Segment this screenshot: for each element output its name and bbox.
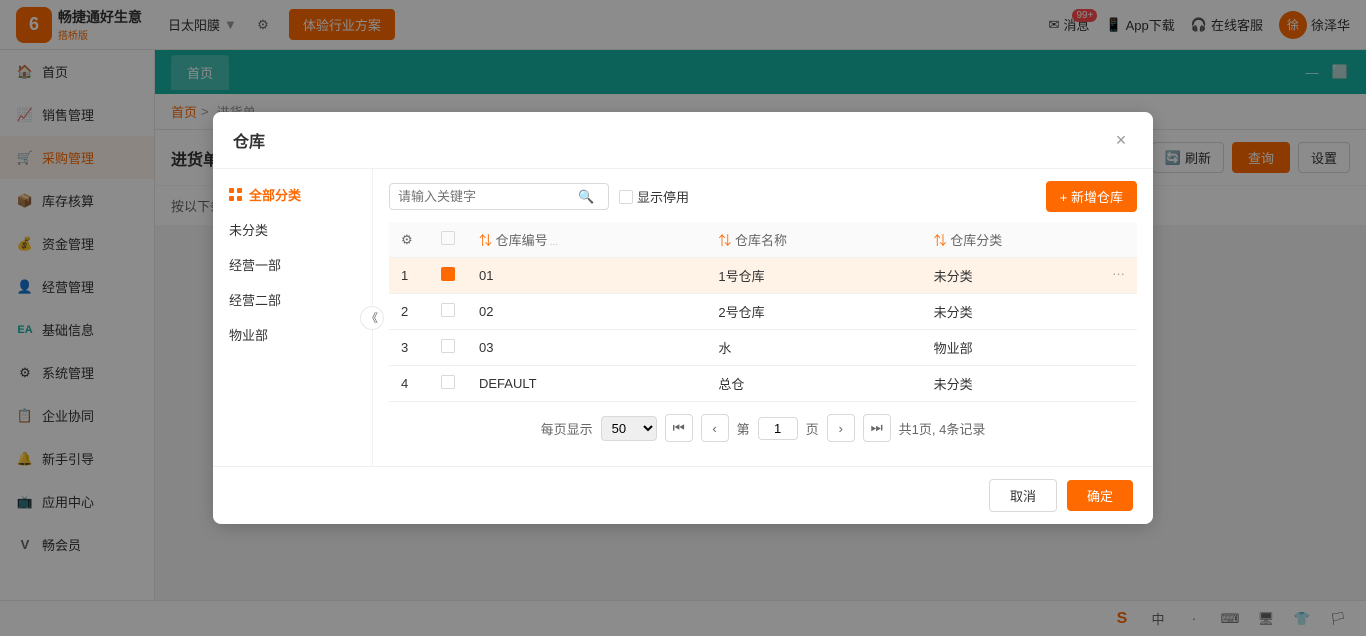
search-input[interactable] bbox=[398, 184, 578, 209]
th-category: ⇅ 仓库分类 bbox=[922, 222, 1137, 258]
sort-icon-3: ⇅ bbox=[934, 233, 947, 248]
collapse-category-button[interactable]: 《 bbox=[360, 306, 384, 330]
sort-icon: ⇅ bbox=[479, 233, 492, 248]
row-index: 1 bbox=[389, 258, 429, 294]
modal-title: 仓库 bbox=[233, 128, 265, 152]
category-sidebar: 全部分类 未分类 经营一部 经营二部 物业部 《 bbox=[213, 169, 373, 466]
th-code: ⇅ 仓库编号... bbox=[467, 222, 706, 258]
table-row[interactable]: 2 02 2号仓库 未分类 bbox=[389, 294, 1137, 330]
modal-body: 全部分类 未分类 经营一部 经营二部 物业部 《 🔍 显 bbox=[213, 169, 1153, 466]
row-name: 总仓 bbox=[706, 366, 921, 402]
prev-page-button[interactable]: ‹ bbox=[701, 414, 729, 442]
select-all-checkbox[interactable] bbox=[441, 231, 455, 245]
table-row[interactable]: 4 DEFAULT 总仓 未分类 bbox=[389, 366, 1137, 402]
row-code: DEFAULT bbox=[467, 366, 706, 402]
table-row[interactable]: 3 03 水 物业部 bbox=[389, 330, 1137, 366]
first-page-button[interactable]: ⏮ bbox=[665, 414, 693, 442]
page-number-input[interactable] bbox=[758, 417, 798, 440]
row-category: 未分类 bbox=[922, 294, 1137, 330]
row-checkbox[interactable] bbox=[429, 330, 467, 366]
category-all[interactable]: 全部分类 bbox=[213, 177, 372, 212]
row-category: 物业部 bbox=[922, 330, 1137, 366]
gear-col-icon[interactable]: ⚙ bbox=[401, 232, 413, 247]
table-row[interactable]: 1 01 1号仓库 未分类 ··· bbox=[389, 258, 1137, 294]
row-category: 未分类 ··· bbox=[922, 258, 1137, 294]
show-disabled-label[interactable]: 显示停用 bbox=[619, 187, 689, 206]
row-code: 03 bbox=[467, 330, 706, 366]
category-item-property[interactable]: 物业部 bbox=[213, 317, 372, 352]
table-area: 🔍 显示停用 + 新增仓库 ⚙ bbox=[373, 169, 1153, 466]
row-code: 02 bbox=[467, 294, 706, 330]
total-info: 共1页, 4条记录 bbox=[899, 419, 986, 438]
next-page-button[interactable]: › bbox=[827, 414, 855, 442]
table-toolbar: 🔍 显示停用 + 新增仓库 bbox=[389, 181, 1137, 212]
table-scroll: ⚙ ⇅ 仓库编号... ⇅ bbox=[389, 222, 1137, 402]
cancel-button[interactable]: 取消 bbox=[989, 479, 1057, 512]
row-checkbox[interactable] bbox=[429, 366, 467, 402]
search-wrap: 🔍 bbox=[389, 183, 609, 210]
grid-icon bbox=[229, 188, 243, 202]
th-name: ⇅ 仓库名称 bbox=[706, 222, 921, 258]
modal-overlay[interactable]: 仓库 × 全部分类 未分类 经营一部 经营二部 物业部 《 bbox=[0, 0, 1366, 636]
per-page-label: 每页显示 bbox=[541, 419, 593, 438]
category-all-label: 全部分类 bbox=[249, 185, 301, 204]
modal-header: 仓库 × bbox=[213, 112, 1153, 169]
th-checkbox bbox=[429, 222, 467, 258]
page-unit: 页 bbox=[806, 419, 819, 438]
pagination: 每页显示 50 100 200 ⏮ ‹ 第 页 › ⏭ 共1页, 4条记录 bbox=[389, 402, 1137, 454]
page-label: 第 bbox=[737, 419, 750, 438]
row-code: 01 bbox=[467, 258, 706, 294]
row-index: 3 bbox=[389, 330, 429, 366]
row-name: 1号仓库 bbox=[706, 258, 921, 294]
confirm-button[interactable]: 确定 bbox=[1067, 480, 1133, 511]
search-icon[interactable]: 🔍 bbox=[578, 189, 594, 205]
warehouse-table: ⚙ ⇅ 仓库编号... ⇅ bbox=[389, 222, 1137, 402]
row-checkbox[interactable] bbox=[429, 258, 467, 294]
last-page-button[interactable]: ⏭ bbox=[863, 414, 891, 442]
warehouse-modal: 仓库 × 全部分类 未分类 经营一部 经营二部 物业部 《 bbox=[213, 112, 1153, 524]
modal-close-button[interactable]: × bbox=[1109, 128, 1133, 152]
th-gear: ⚙ bbox=[389, 222, 429, 258]
category-item-dept2[interactable]: 经营二部 bbox=[213, 282, 372, 317]
category-item-unclassified[interactable]: 未分类 bbox=[213, 212, 372, 247]
page-size-select[interactable]: 50 100 200 bbox=[601, 416, 657, 441]
row-checkbox[interactable] bbox=[429, 294, 467, 330]
show-disabled-checkbox[interactable] bbox=[619, 190, 633, 204]
row-index: 4 bbox=[389, 366, 429, 402]
row-name: 水 bbox=[706, 330, 921, 366]
row-name: 2号仓库 bbox=[706, 294, 921, 330]
row-index: 2 bbox=[389, 294, 429, 330]
category-item-dept1[interactable]: 经营一部 bbox=[213, 247, 372, 282]
modal-footer: 取消 确定 bbox=[213, 466, 1153, 524]
row-action-dots[interactable]: ··· bbox=[1112, 266, 1125, 281]
row-category: 未分类 bbox=[922, 366, 1137, 402]
add-warehouse-button[interactable]: + 新增仓库 bbox=[1046, 181, 1137, 212]
sort-icon-2: ⇅ bbox=[718, 233, 731, 248]
